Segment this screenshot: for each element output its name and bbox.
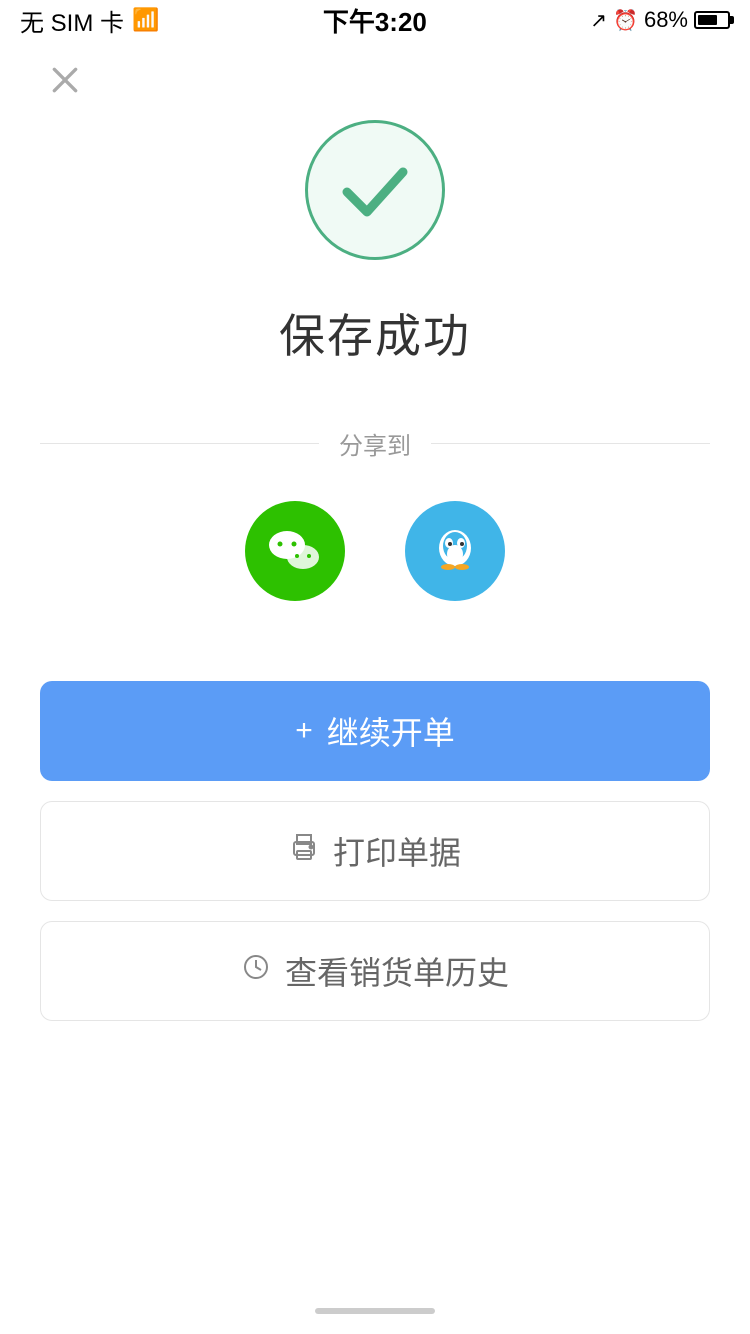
status-left: 无 SIM 卡 📶: [20, 3, 159, 38]
status-right: ↗ ⏰ 68%: [590, 7, 730, 33]
continue-order-label: 继续开单: [327, 708, 455, 754]
location-icon: ↗: [590, 8, 607, 33]
share-divider: 分享到: [0, 426, 750, 461]
wechat-icon: [265, 525, 325, 577]
battery-fill: [698, 15, 717, 25]
qq-icon: [426, 520, 484, 582]
status-bar: 无 SIM 卡 📶 下午3:20 ↗ ⏰ 68%: [0, 0, 750, 40]
view-history-label: 查看销货单历史: [285, 948, 509, 994]
share-icons-container: [0, 501, 750, 601]
wechat-share-button[interactable]: [245, 501, 345, 601]
qq-share-button[interactable]: [405, 501, 505, 601]
continue-order-button[interactable]: + 继续开单: [40, 681, 710, 781]
main-content: 保存成功 分享到: [0, 40, 750, 1021]
print-receipt-button[interactable]: 打印单据: [40, 801, 710, 901]
history-icon: [241, 952, 271, 990]
sim-label: 无 SIM 卡: [20, 3, 124, 38]
success-circle: [305, 120, 445, 260]
battery-text: 68%: [644, 7, 688, 33]
close-icon: [49, 64, 81, 96]
share-section: 分享到: [0, 426, 750, 601]
print-icon: [289, 832, 319, 870]
plus-icon: +: [295, 714, 313, 748]
share-label: 分享到: [319, 426, 431, 461]
battery-icon: [694, 11, 730, 29]
checkmark-icon: [335, 150, 415, 230]
print-receipt-label: 打印单据: [333, 828, 461, 874]
alarm-icon: ⏰: [613, 8, 638, 33]
divider-right: [431, 443, 710, 444]
success-title: 保存成功: [279, 300, 471, 366]
status-time: 下午3:20: [323, 2, 427, 39]
close-button[interactable]: [40, 55, 90, 105]
divider-left: [40, 443, 319, 444]
nav-indicator: [315, 1308, 435, 1314]
view-history-button[interactable]: 查看销货单历史: [40, 921, 710, 1021]
wifi-icon: 📶: [132, 7, 159, 33]
action-buttons: + 继续开单 打印单据 查看销货单历史: [0, 681, 750, 1021]
